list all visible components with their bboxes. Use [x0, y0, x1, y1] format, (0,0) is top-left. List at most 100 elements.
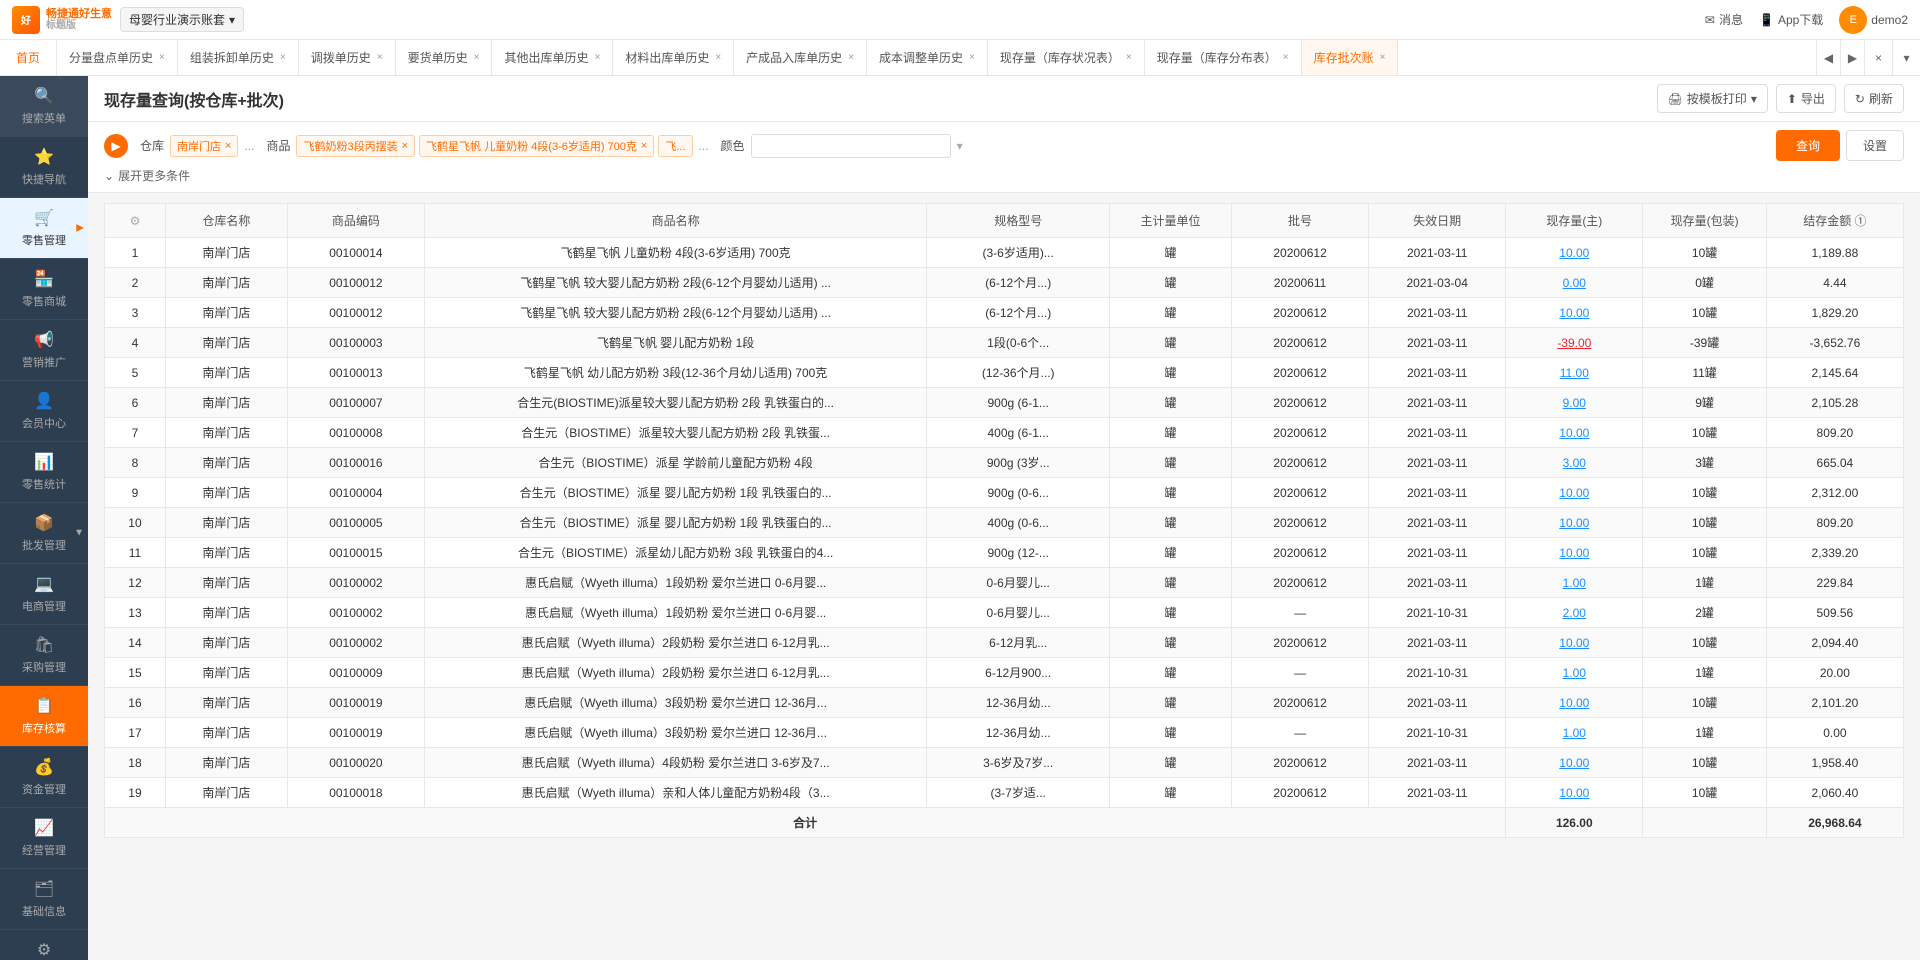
tab-menu-btn[interactable]: ▾ [1892, 40, 1920, 76]
sidebar-item-purchase[interactable]: 🛍 采购管理 [0, 625, 88, 686]
cell-qty[interactable]: 3.00 [1506, 448, 1643, 478]
message-btn[interactable]: ✉ 消息 [1705, 11, 1743, 28]
account-dropdown[interactable]: 母婴行业演示账套 ▾ [120, 7, 244, 32]
sidebar-item-marketing[interactable]: 📢 营销推广 [0, 320, 88, 381]
sidebar-item-finance[interactable]: 💰 资金管理 [0, 747, 88, 808]
warehouse-tag-close-icon[interactable]: × [225, 140, 231, 152]
cell-warehouse: 南岸门店 [165, 628, 287, 658]
tab-close-icon[interactable]: × [848, 52, 854, 63]
tab-qtachuku[interactable]: 其他出库单历史 × [492, 40, 613, 75]
purchase-icon: 🛍 [34, 635, 54, 655]
tab-close-all-btn[interactable]: × [1864, 40, 1892, 76]
cell-spec: 900g (0-6... [927, 478, 1110, 508]
sidebar-label-retail-mgmt: 零售管理 [22, 232, 66, 248]
tab-xiancunliang-status[interactable]: 现存量（库存状况表） × [988, 40, 1145, 75]
tab-cailiaochuku[interactable]: 材料出库单历史 × [613, 40, 734, 75]
cell-qty[interactable]: 1.00 [1506, 568, 1643, 598]
cell-expire: 2021-10-31 [1369, 718, 1506, 748]
tab-diaobo[interactable]: 调拨单历史 × [299, 40, 396, 75]
cell-batch: — [1232, 718, 1369, 748]
sidebar-item-basics[interactable]: 🗂 基础信息 [0, 869, 88, 930]
user-area[interactable]: E demo2 [1839, 6, 1908, 34]
tab-zuzhuangchaijian[interactable]: 组装拆卸单历史 × [178, 40, 299, 75]
cell-name: 惠氏启赋（Wyeth illuma）亲和人体儿童配方奶粉4段（3... [424, 778, 926, 808]
cell-qty[interactable]: 10.00 [1506, 538, 1643, 568]
cell-qty[interactable]: 10.00 [1506, 688, 1643, 718]
cell-qty[interactable]: 10.00 [1506, 418, 1643, 448]
warehouse-more-icon[interactable]: ... [244, 139, 254, 153]
settings-gear-icon[interactable]: ⚙ [130, 214, 141, 228]
tab-yaohuo[interactable]: 要货单历史 × [396, 40, 493, 75]
refresh-btn[interactable]: ↻ 刷新 [1844, 84, 1904, 113]
sidebar-item-nav[interactable]: ⭐ 快捷导航 [0, 137, 88, 198]
sidebar-label-operations: 经营管理 [22, 842, 66, 858]
cell-qty[interactable]: 10.00 [1506, 478, 1643, 508]
cell-qty[interactable]: 11.00 [1506, 358, 1643, 388]
expand-filter-btn[interactable]: ▶ [104, 134, 128, 158]
cell-qty[interactable]: 1.00 [1506, 658, 1643, 688]
cell-pkg: 10罐 [1643, 478, 1766, 508]
money-icon: 💰 [34, 757, 54, 777]
cell-qty[interactable]: 10.00 [1506, 508, 1643, 538]
cell-qty[interactable]: 10.00 [1506, 298, 1643, 328]
tab-close-icon[interactable]: × [159, 52, 165, 63]
tab-xiancunliang-dist[interactable]: 现存量（库存分布表） × [1145, 40, 1302, 75]
cell-qty[interactable]: 10.00 [1506, 778, 1643, 808]
sidebar-item-system[interactable]: ⚙ 系统管理 [0, 930, 88, 960]
template-print-btn[interactable]: 🖨 按模板打印 ▾ [1657, 84, 1768, 113]
cell-qty[interactable]: 0.00 [1506, 268, 1643, 298]
cell-qty[interactable]: 2.00 [1506, 598, 1643, 628]
cell-expire: 2021-03-11 [1369, 418, 1506, 448]
sidebar-item-ecommerce[interactable]: 💻 电商管理 [0, 564, 88, 625]
tab-close-icon[interactable]: × [377, 52, 383, 63]
sidebar-item-wholesale[interactable]: 📦 批发管理 ▼ [0, 503, 88, 564]
cell-qty[interactable]: 10.00 [1506, 748, 1643, 778]
tab-prev-btn[interactable]: ◀ [1816, 40, 1840, 76]
cell-balance: 0.00 [1766, 718, 1903, 748]
settings-btn[interactable]: 设置 [1846, 130, 1904, 161]
tab-close-icon[interactable]: × [474, 52, 480, 63]
cell-qty[interactable]: 10.00 [1506, 628, 1643, 658]
tab-next-btn[interactable]: ▶ [1840, 40, 1864, 76]
expand-more-filter[interactable]: ⌄ 展开更多条件 [104, 167, 1904, 184]
tab-close-icon[interactable]: × [280, 52, 286, 63]
col-header-code: 商品编码 [287, 204, 424, 238]
product-tag-close-icon-2[interactable]: × [641, 140, 647, 152]
cell-unit: 罐 [1110, 388, 1232, 418]
color-filter-input[interactable] [751, 134, 951, 158]
tab-close-icon[interactable]: × [1283, 52, 1289, 63]
cell-qty[interactable]: -39.00 [1506, 328, 1643, 358]
sidebar-item-member[interactable]: 👤 会员中心 [0, 381, 88, 442]
cell-qty[interactable]: 1.00 [1506, 718, 1643, 748]
cell-spec: 400g (0-6... [927, 508, 1110, 538]
tab-close-icon[interactable]: × [594, 52, 600, 63]
cell-qty[interactable]: 9.00 [1506, 388, 1643, 418]
cell-qty[interactable]: 10.00 [1506, 238, 1643, 268]
query-btn[interactable]: 查询 [1776, 130, 1840, 161]
tab-kucun-batch[interactable]: 库存批次账 × [1302, 40, 1399, 75]
sidebar-item-operations[interactable]: 📈 经营管理 [0, 808, 88, 869]
cell-spec: 900g (6-1... [927, 388, 1110, 418]
tab-home[interactable]: 首页 [0, 40, 57, 75]
cell-spec: 900g (12-... [927, 538, 1110, 568]
tab-close-icon[interactable]: × [969, 52, 975, 63]
sidebar-item-search[interactable]: 🔍 搜索英单 [0, 76, 88, 137]
cell-index: 8 [105, 448, 166, 478]
export-btn[interactable]: ⬆ 导出 [1776, 84, 1836, 113]
tab-chengpinruku[interactable]: 产成品入库单历史 × [734, 40, 867, 75]
app-download-btn[interactable]: 📱 App下载 [1759, 11, 1823, 28]
tab-fenliangpandian[interactable]: 分量盘点单历史 × [57, 40, 178, 75]
sidebar-item-retail-shop[interactable]: 🏪 零售商城 [0, 259, 88, 320]
product-more-icon[interactable]: ... [699, 139, 709, 153]
cell-spec: 0-6月婴儿... [927, 598, 1110, 628]
color-filter-chevron[interactable]: ▾ [957, 139, 963, 153]
tab-close-icon[interactable]: × [715, 52, 721, 63]
tab-chenben[interactable]: 成本调整单历史 × [867, 40, 988, 75]
sidebar-item-retail-stats[interactable]: 📊 零售统计 [0, 442, 88, 503]
product-tag-close-icon-1[interactable]: × [402, 140, 408, 152]
col-header-warehouse: 仓库名称 [165, 204, 287, 238]
tab-close-icon[interactable]: × [1126, 52, 1132, 63]
sidebar-item-retail-mgmt[interactable]: 🛒 零售管理 ▶ [0, 198, 88, 259]
sidebar-item-inventory[interactable]: 📋 库存核算 [0, 686, 88, 747]
tab-close-icon[interactable]: × [1380, 52, 1386, 63]
